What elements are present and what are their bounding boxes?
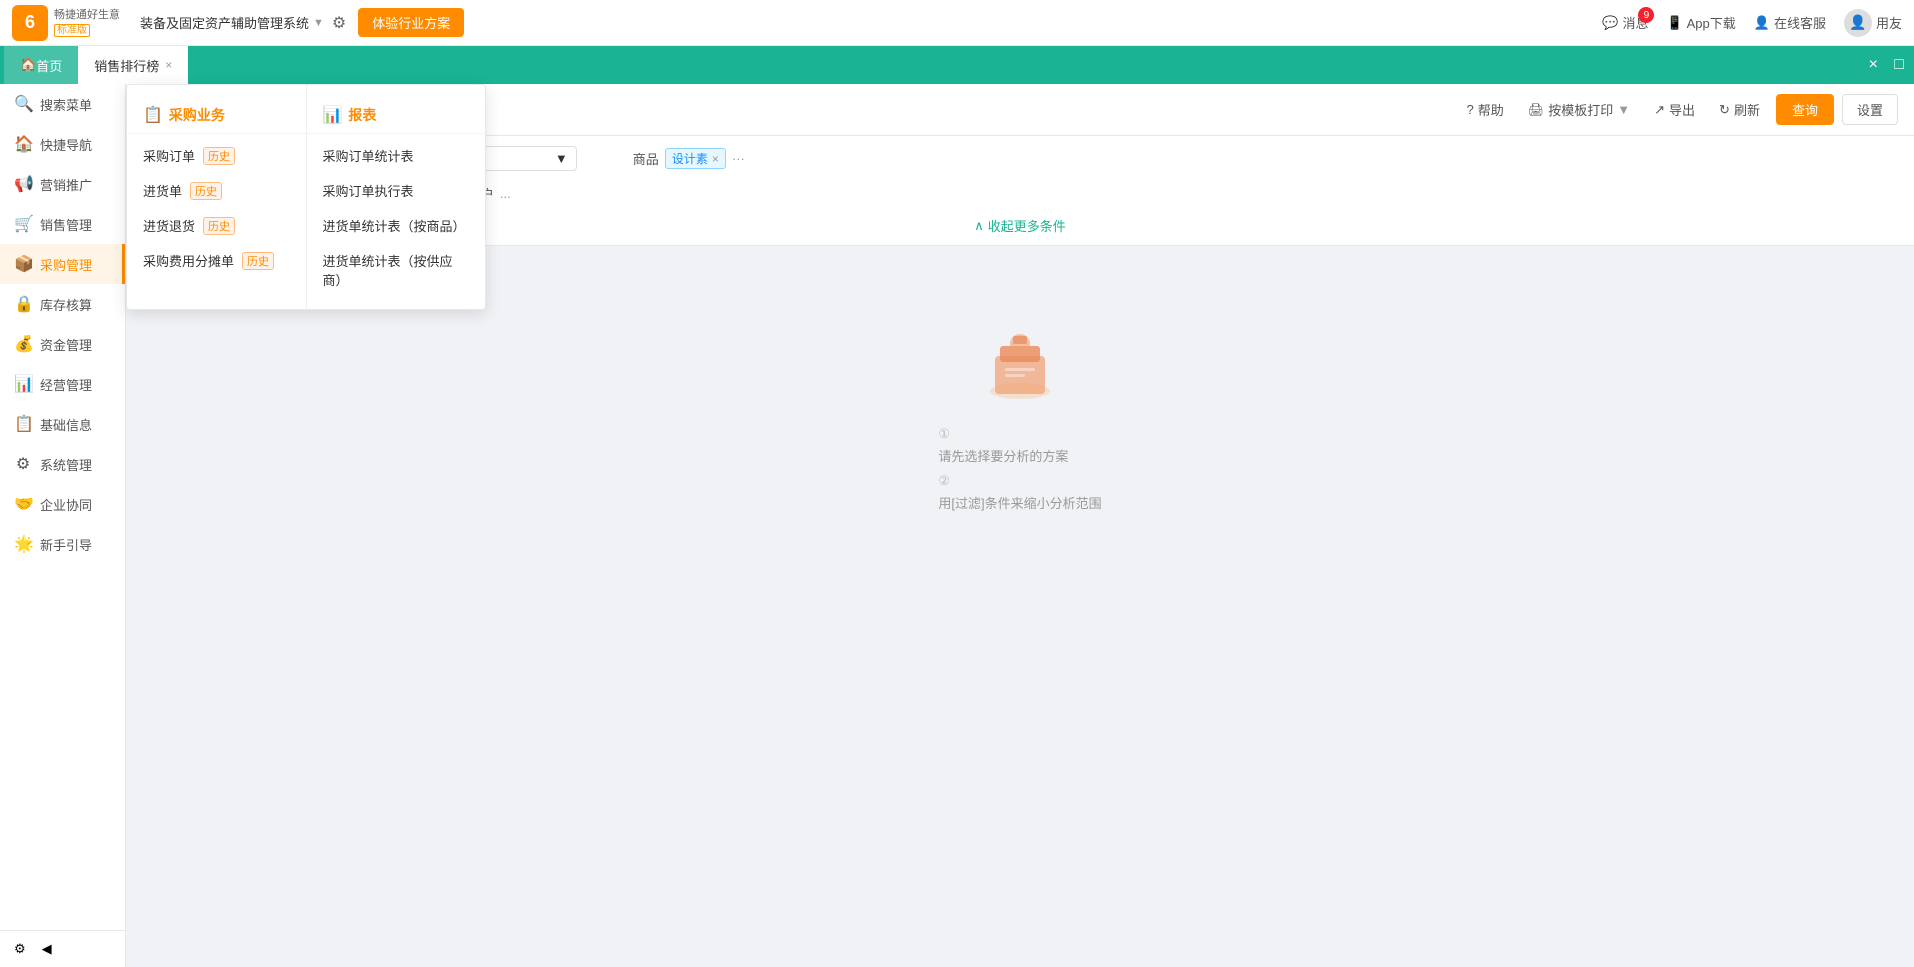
avatar: 👤	[1844, 9, 1872, 37]
system-icon: ⚙	[14, 454, 32, 474]
refresh-button[interactable]: ↻ 刷新	[1711, 96, 1768, 123]
report-header: 📊 报表	[307, 97, 486, 134]
phone-icon: 📱	[1666, 15, 1682, 31]
basic-info-icon: 📋	[14, 414, 32, 434]
guide-icon: 🌟	[14, 534, 32, 554]
gear-icon[interactable]: ⚙	[332, 13, 346, 33]
sidebar-item-marketing[interactable]: 📢 营销推广	[0, 164, 125, 204]
sidebar-item-search[interactable]: 🔍 搜索菜单	[0, 84, 125, 124]
tab-sales-rank[interactable]: 销售排行榜 ×	[78, 46, 188, 84]
sidebar-item-sales[interactable]: 🛒 销售管理	[0, 204, 125, 244]
nav-tabs: 🏠 首页 销售排行榜 × × □	[0, 46, 1914, 84]
hist-badge: 历史	[203, 147, 235, 165]
menu-item-purchase-order-exec[interactable]: 采购订单执行表	[307, 173, 486, 208]
setting-button[interactable]: 设置	[1842, 94, 1898, 125]
goods-label: 商品	[633, 149, 659, 168]
finance-icon: 💰	[14, 334, 32, 354]
home-icon: 🏠	[14, 134, 32, 154]
hist-badge: 历史	[242, 252, 274, 270]
logo: 6 畅捷通好生意 标准版	[12, 5, 132, 41]
marketing-icon: 📢	[14, 174, 32, 194]
hist-badge: 历史	[190, 182, 222, 200]
help-icon: ?	[1466, 102, 1473, 117]
cooperation-icon: 🤝	[14, 494, 32, 514]
logo-text: 畅捷通好生意 标准版	[54, 8, 120, 37]
close-tab-icon[interactable]: ×	[165, 58, 172, 72]
export-button[interactable]: ↗ 导出	[1646, 96, 1703, 123]
sidebar-item-operation[interactable]: 📊 经营管理	[0, 364, 125, 404]
report-col: 📊 报表 采购订单统计表 采购订单执行表 进货单统计表（按商品） 进货单统计表（…	[306, 85, 486, 309]
expand-icon[interactable]: □	[1894, 56, 1904, 74]
goods-filter: 商品 设计素 × ···	[633, 148, 745, 169]
menu-item-purchase-expense[interactable]: 采购费用分摊单 历史	[127, 243, 306, 278]
sidebar-item-basic-info[interactable]: 📋 基础信息	[0, 404, 125, 444]
menu-item-stock-in-stat-goods[interactable]: 进货单统计表（按商品）	[307, 208, 486, 243]
hist-badge: 历史	[203, 217, 235, 235]
industry-button[interactable]: 体验行业方案	[358, 8, 464, 37]
tab-home[interactable]: 🏠 首页	[4, 46, 78, 84]
empty-illustration	[970, 326, 1070, 406]
operation-icon: 📊	[14, 374, 32, 394]
dropdown-arrow-icon: ▼	[313, 17, 324, 29]
menu-item-purchase-order[interactable]: 采购订单 历史	[127, 138, 306, 173]
topbar-right: 💬 消息 9 📱 App下载 👤 在线客服 👤 用友	[1602, 9, 1902, 37]
print-button[interactable]: 🖨 按模板打印 ▼	[1520, 96, 1638, 123]
inventory-icon: 🔒	[14, 294, 32, 314]
message-badge: 9	[1638, 7, 1654, 23]
app-download-button[interactable]: 📱 App下载	[1666, 13, 1735, 32]
settings-icon[interactable]: ⚙	[14, 941, 26, 957]
purchase-dropdown-menu: 📋 采购业务 采购订单 历史 进货单 历史 进货退货 历史 采购费用分摊单 历史	[126, 84, 486, 310]
purchase-business-col: 📋 采购业务 采购订单 历史 进货单 历史 进货退货 历史 采购费用分摊单 历史	[127, 85, 306, 309]
sidebar-item-inventory[interactable]: 🔒 库存核算	[0, 284, 125, 324]
topbar: 6 畅捷通好生意 标准版 装备及固定资产辅助管理系统 ▼ ⚙ 体验行业方案 💬 …	[0, 0, 1914, 46]
sidebar-item-purchase[interactable]: 📦 采购管理	[0, 244, 125, 284]
logo-tag: 标准版	[54, 24, 90, 37]
online-service-button[interactable]: 👤 在线客服	[1754, 13, 1826, 32]
menu-item-purchase-order-stat[interactable]: 采购订单统计表	[307, 138, 486, 173]
select-arrow-icon: ▼	[555, 151, 568, 166]
home-icon: 🏠	[20, 57, 36, 73]
system-name[interactable]: 装备及固定资产辅助管理系统 ▼	[140, 13, 324, 32]
report-icon: 📊	[323, 105, 343, 125]
sales-icon: 🛒	[14, 214, 32, 234]
refresh-icon: ↻	[1719, 102, 1730, 118]
print-icon: 🖨	[1528, 102, 1545, 118]
menu-item-stock-return[interactable]: 进货退货 历史	[127, 208, 306, 243]
help-button[interactable]: ? 帮助	[1458, 96, 1511, 123]
sidebar-item-cooperation[interactable]: 🤝 企业协同	[0, 484, 125, 524]
message-icon: 💬	[1602, 15, 1618, 31]
sidebar-item-guide[interactable]: 🌟 新手引导	[0, 524, 125, 564]
user-button[interactable]: 👤 用友	[1844, 9, 1902, 37]
toolbar-actions: ? 帮助 🖨 按模板打印 ▼ ↗ 导出 ↻ 刷新 查询 设置	[1458, 94, 1898, 125]
customer-more-icon[interactable]: ...	[500, 186, 511, 201]
sidebar-item-quick-nav[interactable]: 🏠 快捷导航	[0, 124, 125, 164]
purchase-business-header: 📋 采购业务	[127, 97, 306, 134]
service-icon: 👤	[1754, 15, 1770, 31]
sidebar-item-finance[interactable]: 💰 资金管理	[0, 324, 125, 364]
remove-goods-tag-icon[interactable]: ×	[712, 152, 719, 166]
menu-item-stock-in[interactable]: 进货单 历史	[127, 173, 306, 208]
export-icon: ↗	[1654, 102, 1665, 118]
collapse-arrow-icon: ∧	[974, 218, 984, 234]
query-button[interactable]: 查询	[1776, 94, 1834, 125]
sidebar: 🔍 搜索菜单 🏠 快捷导航 📢 营销推广 🛒 销售管理 📦 采购管理 🔒 库存核…	[0, 84, 126, 967]
purchase-business-icon: 📋	[143, 105, 163, 125]
close-all-tabs-icon[interactable]: ×	[1869, 56, 1878, 74]
sidebar-item-system[interactable]: ⚙ 系统管理	[0, 444, 125, 484]
goods-more-icon[interactable]: ···	[732, 151, 745, 166]
empty-hint: ① 请先选择要分析的方案 ② 用[过滤]条件来缩小分析范围	[938, 422, 1101, 516]
goods-tag: 设计素 ×	[665, 148, 726, 169]
purchase-dropdown-overlay: 📋 采购业务 采购订单 历史 进货单 历史 进货退货 历史 采购费用分摊单 历史	[126, 84, 486, 310]
menu-item-stock-in-stat-supplier[interactable]: 进货单统计表（按供应商）	[307, 243, 486, 297]
sidebar-bottom: ⚙ ◀	[0, 930, 125, 967]
search-icon: 🔍	[14, 94, 32, 114]
logo-icon: 6	[12, 5, 48, 41]
collapse-sidebar-icon[interactable]: ◀	[42, 941, 52, 957]
message-button[interactable]: 💬 消息 9	[1602, 13, 1648, 32]
purchase-icon: 📦	[14, 254, 32, 274]
print-arrow-icon: ▼	[1617, 102, 1630, 117]
doc-status-select[interactable]: ▼	[477, 146, 577, 171]
